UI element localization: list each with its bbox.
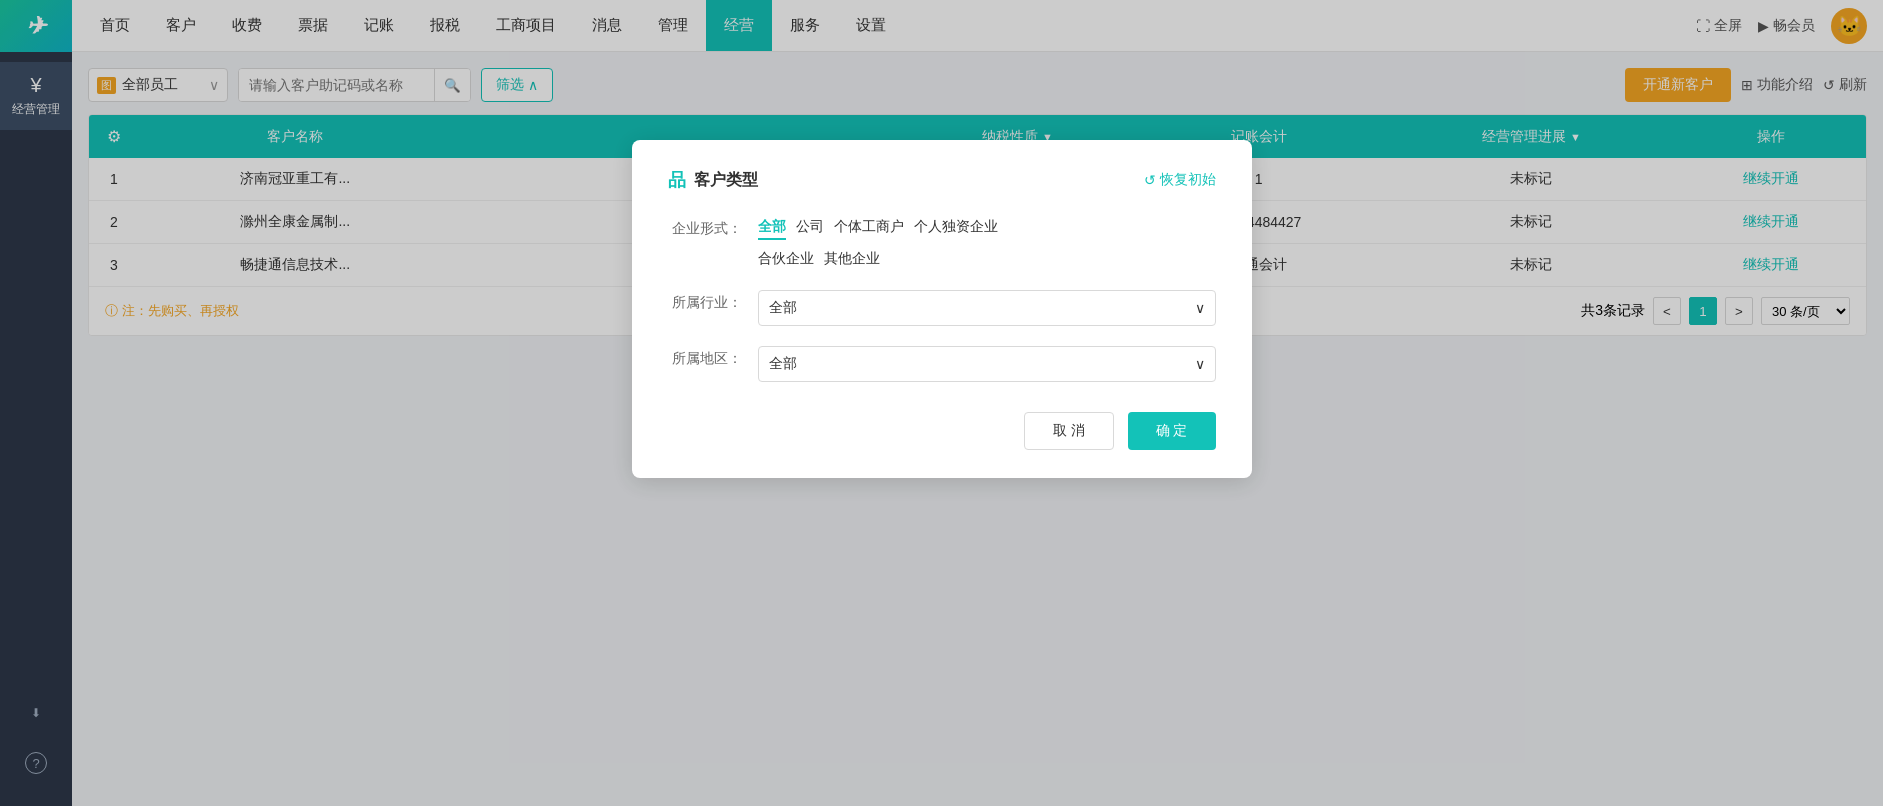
chevron-down-icon: ∨ — [1195, 300, 1205, 316]
industry-select[interactable]: 全部 ∨ — [758, 290, 1216, 326]
enterprise-option-company[interactable]: 公司 — [796, 216, 824, 240]
enterprise-form-options: 全部 公司 个体工商户 个人独资企业 合伙企业 其他企业 — [758, 216, 1216, 270]
industry-label: 所属行业： — [668, 290, 758, 312]
region-select-wrapper: 全部 ∨ — [758, 346, 1216, 382]
enterprise-option-all[interactable]: 全部 — [758, 216, 786, 240]
reset-icon: ↺ — [1144, 172, 1156, 188]
region-row: 所属地区： 全部 ∨ — [668, 346, 1216, 382]
enterprise-option-other[interactable]: 其他企业 — [824, 248, 880, 270]
enterprise-option-individual[interactable]: 个体工商户 — [834, 216, 904, 240]
enterprise-form-row: 企业形式： 全部 公司 个体工商户 个人独资企业 合伙企业 其他企业 — [668, 216, 1216, 270]
enterprise-option-sole[interactable]: 个人独资企业 — [914, 216, 998, 240]
filter-modal: 品 客户类型 ↺ 恢复初始 企业形式： 全部 公司 个体工商户 个人独资企业 合… — [632, 140, 1252, 478]
industry-select-wrapper: 全部 ∨ — [758, 290, 1216, 326]
region-label: 所属地区： — [668, 346, 758, 368]
industry-row: 所属行业： 全部 ∨ — [668, 290, 1216, 326]
chevron-down-icon: ∨ — [1195, 356, 1205, 372]
enterprise-option-partnership[interactable]: 合伙企业 — [758, 248, 814, 270]
modal-title: 品 客户类型 — [668, 168, 758, 192]
confirm-button[interactable]: 确 定 — [1128, 412, 1216, 450]
modal-title-icon: 品 — [668, 168, 686, 192]
enterprise-tags-row2: 合伙企业 其他企业 — [758, 248, 1216, 270]
enterprise-form-label: 企业形式： — [668, 216, 758, 238]
modal-footer: 取 消 确 定 — [668, 412, 1216, 450]
modal-overlay: 品 客户类型 ↺ 恢复初始 企业形式： 全部 公司 个体工商户 个人独资企业 合… — [0, 0, 1883, 806]
reset-button[interactable]: ↺ 恢复初始 — [1144, 171, 1216, 189]
enterprise-tags: 全部 公司 个体工商户 个人独资企业 — [758, 216, 1216, 240]
modal-header: 品 客户类型 ↺ 恢复初始 — [668, 168, 1216, 192]
region-select[interactable]: 全部 ∨ — [758, 346, 1216, 382]
cancel-button[interactable]: 取 消 — [1024, 412, 1114, 450]
